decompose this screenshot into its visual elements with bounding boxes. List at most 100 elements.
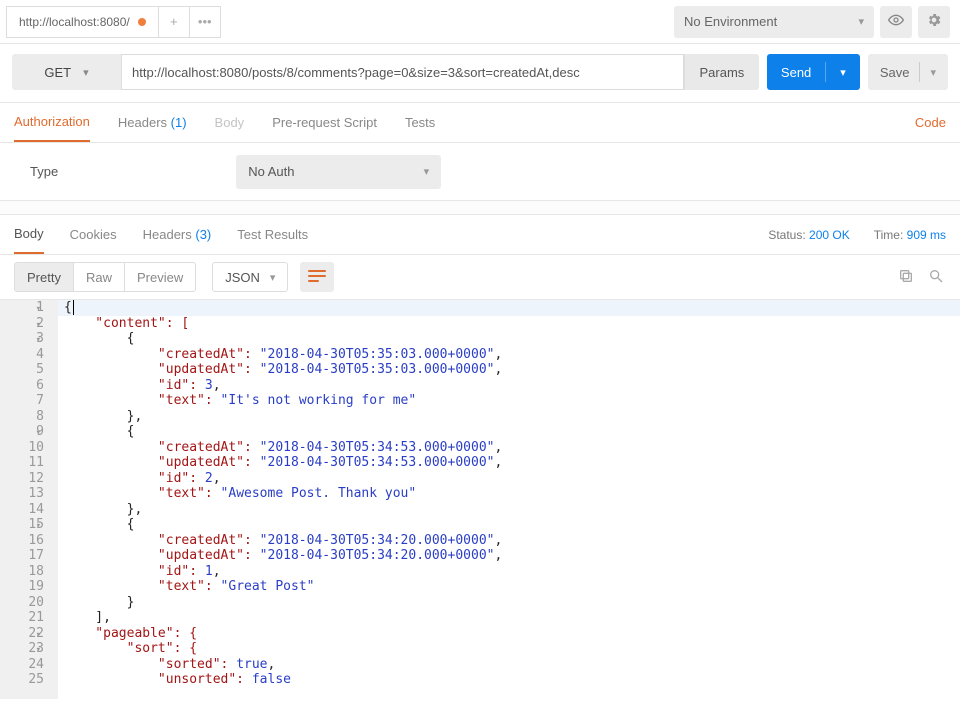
time-label: Time:: [874, 228, 904, 242]
response-tabs: Body Cookies Headers (3) Test Results St…: [0, 215, 960, 255]
tab-authorization-label: Authorization: [14, 114, 90, 129]
tab-authorization[interactable]: Authorization: [14, 103, 90, 142]
topbar: http://localhost:8080/ + ••• No Environm…: [0, 0, 960, 44]
status-block: Status: 200 OK Time: 909 ms: [768, 228, 946, 242]
status-label: Status:: [768, 228, 805, 242]
code-line: "sorted":: [64, 657, 236, 672]
tab-body[interactable]: Body: [215, 103, 245, 142]
resp-tab-headers-label: Headers: [143, 227, 192, 242]
resp-tab-cookies[interactable]: Cookies: [70, 215, 117, 254]
time-value: 909 ms: [907, 228, 946, 242]
code-value: "2018-04-30T05:34:53.000+0000": [260, 455, 495, 470]
code-line: {: [64, 517, 134, 532]
view-pretty-label: Pretty: [27, 270, 61, 285]
code-line: ],: [64, 610, 111, 625]
request-tab[interactable]: http://localhost:8080/: [6, 6, 159, 38]
http-method-label: GET: [44, 65, 71, 80]
chevron-down-icon: ▾: [83, 66, 89, 79]
url-value: http://localhost:8080/posts/8/comments?p…: [132, 65, 580, 80]
url-input[interactable]: http://localhost:8080/posts/8/comments?p…: [121, 54, 684, 90]
code-link[interactable]: Code: [915, 115, 946, 130]
divider: [919, 62, 920, 82]
code-line: "updatedAt":: [64, 548, 260, 563]
view-mode-segment: Pretty Raw Preview: [14, 262, 196, 292]
code-value: "Awesome Post. Thank you": [221, 486, 417, 501]
tab-tests[interactable]: Tests: [405, 103, 435, 142]
section-gap: [0, 201, 960, 215]
code-value: false: [252, 672, 291, 687]
copy-response-button[interactable]: [896, 267, 916, 287]
wrap-icon: [308, 269, 326, 286]
resp-tab-cookies-label: Cookies: [70, 227, 117, 242]
code-value: "It's not working for me": [221, 393, 417, 408]
tab-tests-label: Tests: [405, 115, 435, 130]
auth-type-selector[interactable]: No Auth ▾: [236, 155, 441, 189]
code-line: "updatedAt":: [64, 455, 260, 470]
code-value: 1: [205, 564, 213, 579]
code-line: {: [64, 300, 72, 315]
tab-prerequest[interactable]: Pre-request Script: [272, 103, 377, 142]
code-line: "sort": {: [64, 641, 197, 656]
send-label: Send: [781, 65, 811, 80]
code-value: 3: [205, 378, 213, 393]
view-preview[interactable]: Preview: [125, 263, 195, 291]
tab-menu-button[interactable]: •••: [189, 6, 221, 38]
environment-quicklook-button[interactable]: [880, 6, 912, 38]
http-method-selector[interactable]: GET ▾: [12, 54, 121, 90]
resp-headers-count-badge: (3): [195, 227, 211, 242]
code-line: },: [64, 409, 142, 424]
divider: [825, 62, 826, 82]
code-line: "text":: [64, 579, 221, 594]
code-value: true: [236, 657, 267, 672]
code-line: {: [64, 331, 134, 346]
request-subtabs: Authorization Headers (1) Body Pre-reque…: [0, 103, 960, 143]
code-line: },: [64, 502, 142, 517]
copy-icon: [898, 268, 914, 287]
chevron-down-icon: ▾: [840, 66, 846, 79]
code-link-label: Code: [915, 115, 946, 130]
gear-icon: [926, 12, 942, 31]
new-tab-button[interactable]: +: [158, 6, 190, 38]
resp-tab-headers[interactable]: Headers (3): [143, 215, 212, 254]
format-selector[interactable]: JSON ▾: [212, 262, 288, 292]
chevron-down-icon: ▾: [930, 66, 936, 79]
request-tab-title: http://localhost:8080/: [19, 15, 130, 29]
send-button[interactable]: Send ▾: [767, 54, 860, 90]
settings-button[interactable]: [918, 6, 950, 38]
params-button[interactable]: Params: [684, 54, 759, 90]
eye-icon: [888, 12, 904, 31]
tab-body-label: Body: [215, 115, 245, 130]
resp-tab-testresults[interactable]: Test Results: [237, 215, 308, 254]
environment-selector[interactable]: No Environment ▾: [674, 6, 874, 38]
auth-type-label: Type: [30, 164, 58, 179]
save-button[interactable]: Save ▾: [868, 54, 948, 90]
code-line: "unsorted":: [64, 672, 252, 687]
code-line: "id":: [64, 564, 205, 579]
view-pretty[interactable]: Pretty: [15, 263, 74, 291]
code-line: "text":: [64, 393, 221, 408]
chevron-down-icon: ▾: [424, 165, 430, 178]
tab-headers[interactable]: Headers (1): [118, 103, 187, 142]
code-value: "2018-04-30T05:35:03.000+0000": [260, 362, 495, 377]
viewer-right-icons: [896, 267, 946, 287]
chevron-down-icon: ▾: [270, 271, 276, 284]
search-response-button[interactable]: [926, 267, 946, 287]
response-code-pane: 1▾ 2▾ 3▾ 45678 9▾ 1011121314 15▾ 1617181…: [0, 299, 960, 699]
auth-type-value: No Auth: [248, 164, 294, 179]
code-line: }: [64, 595, 134, 610]
params-label: Params: [700, 65, 745, 80]
line-gutter: 1▾ 2▾ 3▾ 45678 9▾ 1011121314 15▾ 1617181…: [0, 300, 58, 699]
tab-headers-label: Headers: [118, 115, 167, 130]
search-icon: [928, 268, 944, 287]
view-raw[interactable]: Raw: [74, 263, 125, 291]
code-line: "id":: [64, 471, 205, 486]
headers-count-badge: (1): [171, 115, 187, 130]
code-value: "2018-04-30T05:35:03.000+0000": [260, 347, 495, 362]
code-line: "content": [: [64, 316, 189, 331]
resp-tab-body[interactable]: Body: [14, 215, 44, 254]
wrap-lines-button[interactable]: [300, 262, 334, 292]
code-column[interactable]: { "content": [ { "createdAt": "2018-04-3…: [58, 300, 960, 699]
code-line: "pageable": {: [64, 626, 197, 641]
status-value: 200 OK: [809, 228, 850, 242]
code-line: "createdAt":: [64, 347, 260, 362]
